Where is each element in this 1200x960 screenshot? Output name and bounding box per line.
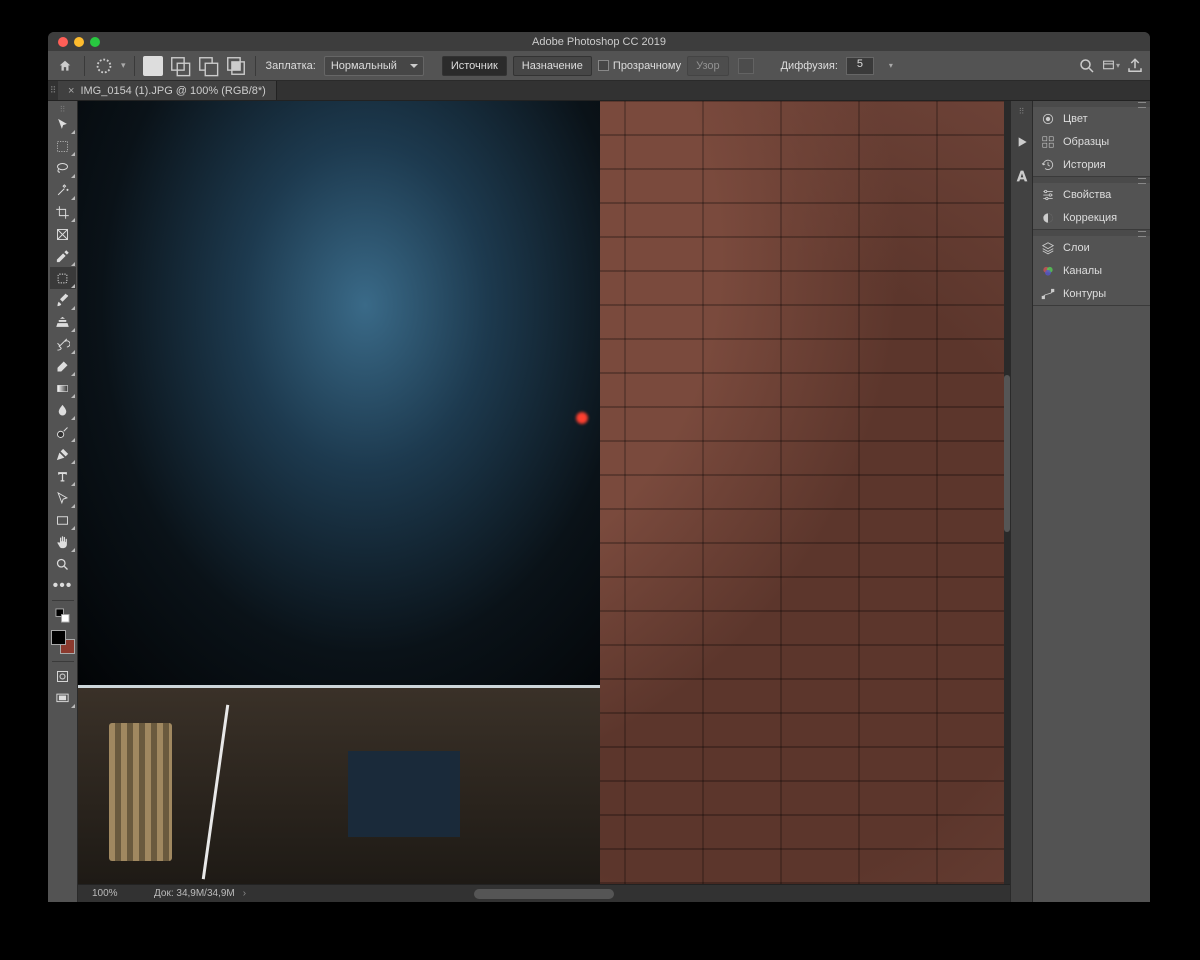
eyedropper-tool[interactable] xyxy=(50,245,76,267)
panel-adjustments[interactable]: Коррекция xyxy=(1033,206,1150,229)
separator xyxy=(52,600,74,601)
selection-subtract-button[interactable] xyxy=(197,55,219,77)
divider xyxy=(84,56,85,76)
panel-swatches[interactable]: Образцы xyxy=(1033,130,1150,153)
minimize-window-button[interactable] xyxy=(74,37,84,47)
document-image xyxy=(78,101,1010,884)
magic-wand-tool[interactable] xyxy=(50,179,76,201)
vertical-scrollbar[interactable] xyxy=(1004,101,1010,884)
panel-history[interactable]: История xyxy=(1033,153,1150,176)
diffusion-input[interactable]: 5 xyxy=(846,57,874,75)
panel-group-header[interactable] xyxy=(1033,230,1150,236)
main-area: ⠿ ••• xyxy=(48,101,1150,902)
collapsed-panel-column: ⠿ xyxy=(1010,101,1032,902)
transparent-label: Прозрачному xyxy=(613,60,681,72)
canvas-wrap: 100% Док: 34,9M/34,9M › xyxy=(78,101,1010,902)
source-button[interactable]: Источник xyxy=(442,56,507,76)
diffusion-label: Диффузия: xyxy=(781,60,838,72)
tab-filename: IMG_0154 (1).JPG @ 100% (RGB/8*) xyxy=(80,85,265,97)
pen-tool[interactable] xyxy=(50,443,76,465)
gripper-icon: ⠿ xyxy=(60,105,66,113)
gripper-icon: ⠿ xyxy=(48,85,58,96)
path-selection-tool[interactable] xyxy=(50,487,76,509)
patch-label: Заплатка: xyxy=(266,60,316,72)
zoom-level[interactable]: 100% xyxy=(78,888,142,899)
patch-mode-select[interactable]: Нормальный xyxy=(324,56,424,76)
move-tool[interactable] xyxy=(50,113,76,135)
brush-tool[interactable] xyxy=(50,289,76,311)
screen-mode-button[interactable] xyxy=(50,687,76,709)
gradient-tool[interactable] xyxy=(50,377,76,399)
maximize-window-button[interactable] xyxy=(90,37,100,47)
patch-tool[interactable] xyxy=(50,267,76,289)
pattern-picker[interactable] xyxy=(735,55,757,77)
search-icon[interactable] xyxy=(1078,57,1096,75)
app-window: Adobe Photoshop CC 2019 ▾ Заплатка: Норм… xyxy=(48,32,1150,902)
selection-new-button[interactable] xyxy=(143,56,163,76)
hand-tool[interactable] xyxy=(50,531,76,553)
separator xyxy=(52,661,74,662)
titlebar: Adobe Photoshop CC 2019 xyxy=(48,32,1150,51)
home-button[interactable] xyxy=(54,55,76,77)
doc-info-chevron-icon[interactable]: › xyxy=(235,888,254,899)
tool-preset-chevron[interactable]: ▾ xyxy=(121,60,126,71)
selection-add-button[interactable] xyxy=(169,55,191,77)
document-tab[interactable]: × IMG_0154 (1).JPG @ 100% (RGB/8*) xyxy=(58,81,277,100)
status-bar: 100% Док: 34,9M/34,9M › xyxy=(78,884,1010,902)
panel-channels[interactable]: Каналы xyxy=(1033,259,1150,282)
window-title: Adobe Photoshop CC 2019 xyxy=(48,36,1150,48)
clone-stamp-tool[interactable] xyxy=(50,311,76,333)
horizontal-scrollbar[interactable] xyxy=(474,889,614,899)
scrollbar-thumb[interactable] xyxy=(1004,375,1010,532)
selection-intersect-button[interactable] xyxy=(225,55,247,77)
doc-info[interactable]: Док: 34,9M/34,9M xyxy=(142,888,235,899)
document-tab-bar: ⠿ × IMG_0154 (1).JPG @ 100% (RGB/8*) xyxy=(48,81,1150,101)
panel-group-header[interactable] xyxy=(1033,177,1150,183)
color-swatches[interactable] xyxy=(51,630,75,654)
rectangle-tool[interactable] xyxy=(50,509,76,531)
panel-paths[interactable]: Контуры xyxy=(1033,282,1150,305)
destination-button[interactable]: Назначение xyxy=(513,56,592,76)
options-bar: ▾ Заплатка: Нормальный Источник Назначен… xyxy=(48,51,1150,81)
character-panel-icon[interactable] xyxy=(1014,168,1030,184)
type-tool[interactable] xyxy=(50,465,76,487)
transparent-checkbox[interactable]: Прозрачному xyxy=(598,60,681,72)
traffic-lights xyxy=(48,37,100,47)
diffusion-stepper[interactable]: ▾ xyxy=(880,55,902,77)
panel-group-layers: Слои Каналы Контуры xyxy=(1033,230,1150,306)
panel-group-color: Цвет Образцы История xyxy=(1033,101,1150,177)
divider xyxy=(134,56,135,76)
marquee-tool[interactable] xyxy=(50,135,76,157)
tools-panel: ⠿ ••• xyxy=(48,101,78,902)
panel-color[interactable]: Цвет xyxy=(1033,107,1150,130)
zoom-tool[interactable] xyxy=(50,553,76,575)
share-icon[interactable] xyxy=(1126,57,1144,75)
canvas-area[interactable] xyxy=(78,101,1010,884)
blur-tool[interactable] xyxy=(50,399,76,421)
workspace-switcher[interactable]: ▾ xyxy=(1102,57,1120,75)
dodge-tool[interactable] xyxy=(50,421,76,443)
panels-dock: Цвет Образцы История Свойства Коррекция … xyxy=(1032,101,1150,902)
default-colors-icon[interactable] xyxy=(50,604,76,626)
lasso-tool[interactable] xyxy=(50,157,76,179)
panel-layers[interactable]: Слои xyxy=(1033,236,1150,259)
quick-mask-button[interactable] xyxy=(50,665,76,687)
close-tab-icon[interactable]: × xyxy=(68,85,74,97)
panel-properties[interactable]: Свойства xyxy=(1033,183,1150,206)
tool-preset-picker[interactable] xyxy=(93,55,115,77)
gripper-icon: ⠿ xyxy=(1019,107,1025,116)
close-window-button[interactable] xyxy=(58,37,68,47)
panel-group-properties: Свойства Коррекция xyxy=(1033,177,1150,230)
foreground-color-swatch[interactable] xyxy=(51,630,66,645)
crop-tool[interactable] xyxy=(50,201,76,223)
eraser-tool[interactable] xyxy=(50,355,76,377)
edit-toolbar-button[interactable]: ••• xyxy=(50,575,76,597)
play-icon[interactable] xyxy=(1014,134,1030,150)
frame-tool[interactable] xyxy=(50,223,76,245)
history-brush-tool[interactable] xyxy=(50,333,76,355)
checkbox-box xyxy=(598,60,609,71)
pattern-button[interactable]: Узор xyxy=(687,56,729,76)
divider xyxy=(255,56,256,76)
panel-group-header[interactable] xyxy=(1033,101,1150,107)
